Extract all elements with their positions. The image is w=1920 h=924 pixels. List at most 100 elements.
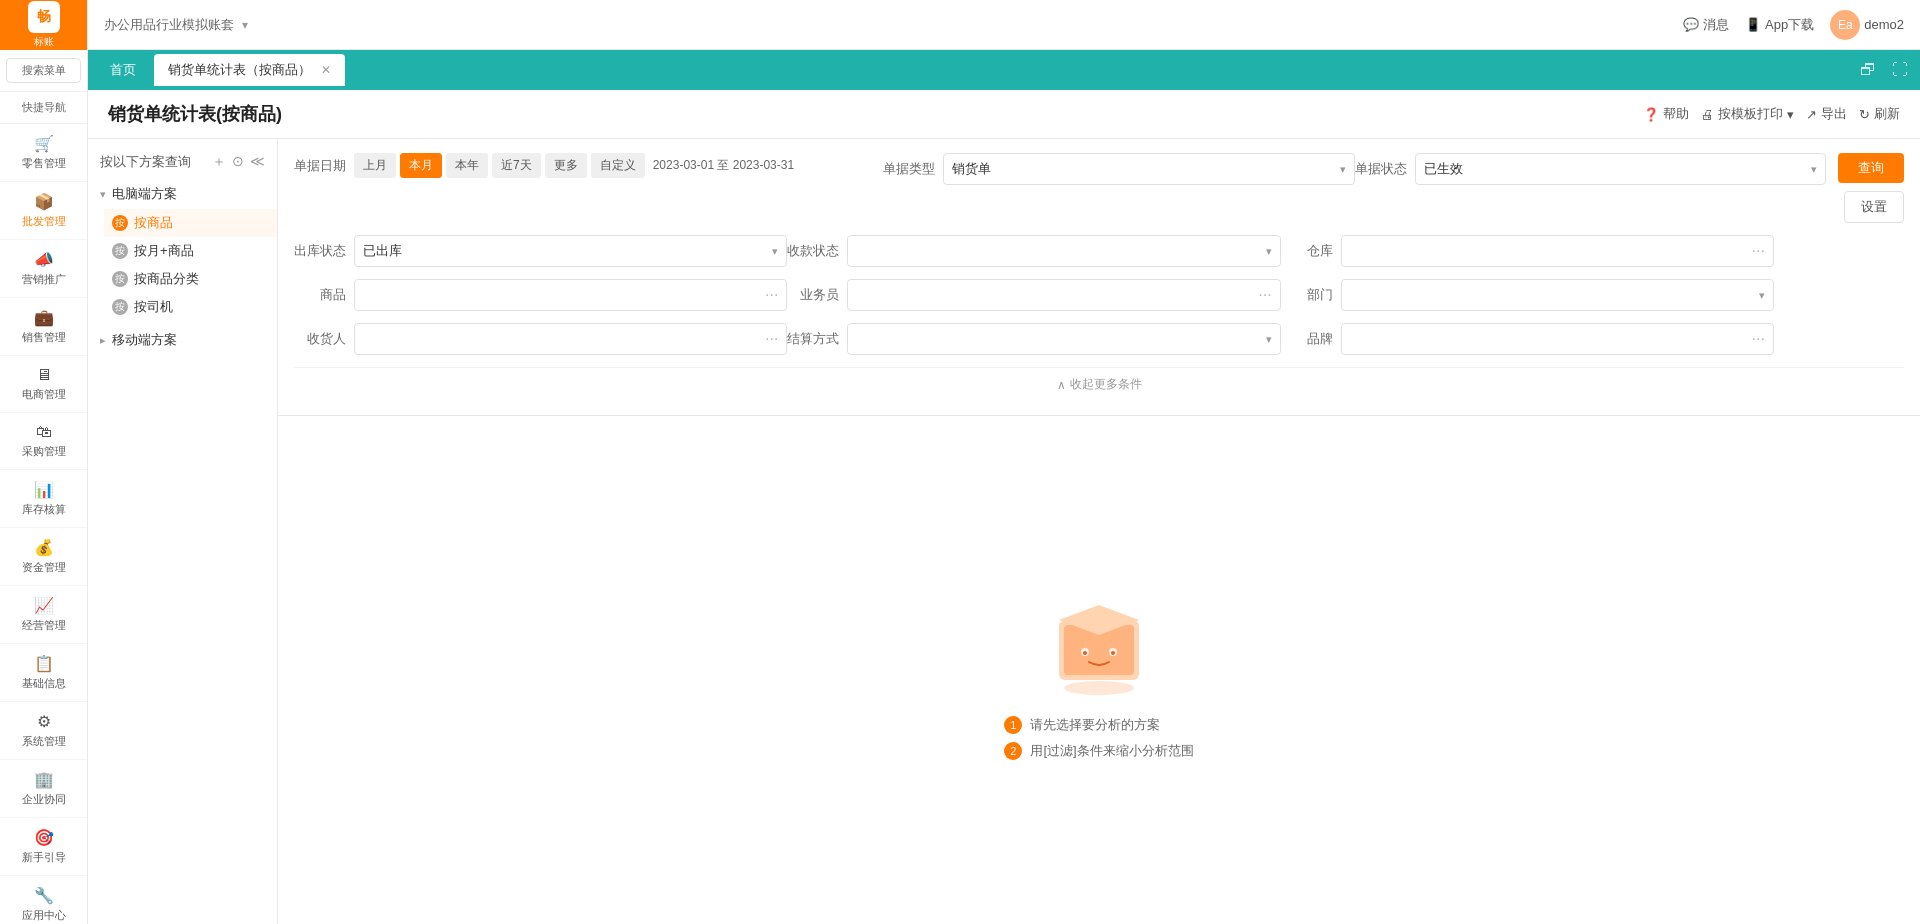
tab-home[interactable]: 首页 [96, 54, 150, 86]
salesperson-control[interactable]: ··· [847, 279, 1280, 311]
marketing-label: 营销推广 [22, 272, 66, 287]
tree-mobile: ▸ 移动端方案 [88, 325, 277, 355]
date-btn-this-year[interactable]: 本年 [446, 153, 488, 178]
tree-child-by-printer[interactable]: 按 按司机 [104, 293, 277, 321]
receiver-dots[interactable]: ··· [765, 330, 778, 348]
warehouse-field: 仓库 ··· [1281, 235, 1774, 267]
date-btn-custom[interactable]: 自定义 [591, 153, 645, 178]
page-area: 销货单统计表(按商品) ❓ 帮助 🖨 按模板打印 ▾ ↗ 导出 ↻ 刷新 [88, 90, 1920, 924]
out-status-control[interactable]: 已出库 ▾ [354, 235, 787, 267]
tab-bar-actions: 🗗 ⛶ [1856, 57, 1912, 83]
help-icon: ❓ [1643, 107, 1659, 122]
sidebar-item-inventory[interactable]: 📊 库存核算 [0, 470, 87, 528]
tree-child-by-month-goods[interactable]: 按 按月+商品 [104, 237, 277, 265]
salesperson-field: 业务员 ··· [787, 279, 1280, 311]
tree-item-pc[interactable]: ▾ 电脑端方案 [88, 179, 277, 209]
sidebar-item-guide[interactable]: 🎯 新手引导 [0, 818, 87, 876]
filter-row-4: 收货人 ··· 结算方式 ▾ [294, 323, 1904, 355]
tree-item-mobile[interactable]: ▸ 移动端方案 [88, 325, 277, 355]
sidebar-item-apps[interactable]: 🔧 应用中心 [0, 876, 87, 924]
empty-svg [1039, 580, 1159, 700]
date-filter-controls: 上月 本月 本年 近7天 更多 自定义 2023-03-01 至 2023-03… [354, 153, 883, 178]
brand-label: 品牌 [1281, 330, 1341, 348]
sidebar-item-wholesale[interactable]: 📦 批发管理 [0, 182, 87, 240]
by-printer-label: 按司机 [134, 298, 173, 316]
print-icon: 🖨 [1701, 107, 1714, 122]
tab-restore-button[interactable]: 🗗 [1856, 57, 1880, 83]
tree-child-by-goods[interactable]: 按 按商品 [104, 209, 277, 237]
goods-field: 商品 ··· [294, 279, 787, 311]
add-scheme-icon[interactable]: ＋ [212, 153, 226, 171]
ecommerce-icon: 🖥 [36, 366, 52, 384]
empty-text-block: 1 请先选择要分析的方案 2 用[过滤]条件来缩小分析范围 [1004, 716, 1193, 760]
doc-type-filter-field: 单据类型 销货单 ▾ [883, 153, 1354, 185]
sales-label: 销售管理 [22, 330, 66, 345]
workspace-arrow[interactable]: ▾ [242, 18, 248, 32]
doc-status-value: 已生效 [1424, 160, 1807, 178]
sidebar-item-marketing[interactable]: 📣 营销推广 [0, 240, 87, 298]
date-btn-last-7-days[interactable]: 近7天 [492, 153, 541, 178]
quick-nav[interactable]: 快捷导航 [0, 92, 87, 124]
svg-point-7 [1064, 681, 1134, 695]
collapse-panel-icon[interactable]: ≪ [250, 153, 265, 171]
workspace-name: 办公用品行业模拟账套 [104, 16, 234, 34]
user-action[interactable]: Ea demo2 [1830, 10, 1904, 40]
settings-button[interactable]: 设置 [1844, 191, 1904, 223]
brand-dots[interactable]: ··· [1752, 330, 1765, 348]
target-icon[interactable]: ⊙ [232, 153, 244, 171]
tab-fullscreen-button[interactable]: ⛶ [1888, 57, 1912, 83]
refresh-action[interactable]: ↻ 刷新 [1859, 105, 1900, 123]
sidebar-item-enterprise[interactable]: 🏢 企业协同 [0, 760, 87, 818]
marketing-icon: 📣 [34, 250, 54, 269]
sidebar-item-finance[interactable]: 💰 资金管理 [0, 528, 87, 586]
tab-sales-stat[interactable]: 销货单统计表（按商品） ✕ [154, 54, 345, 86]
app-download-action[interactable]: 📱 App下载 [1745, 16, 1814, 34]
sidebar-item-retail[interactable]: 🛒 零售管理 [0, 124, 87, 182]
sidebar-item-ecommerce[interactable]: 🖥 电商管理 [0, 356, 87, 413]
message-action[interactable]: 💬 消息 [1683, 16, 1729, 34]
help-label: 帮助 [1663, 105, 1689, 123]
page-header: 销货单统计表(按商品) ❓ 帮助 🖨 按模板打印 ▾ ↗ 导出 ↻ 刷新 [88, 90, 1920, 139]
sidebar-item-base[interactable]: 📋 基础信息 [0, 644, 87, 702]
svg-point-5 [1083, 651, 1087, 655]
salesperson-dots[interactable]: ··· [1258, 286, 1271, 304]
doc-status-control[interactable]: 已生效 ▾ [1415, 153, 1826, 185]
date-btn-this-month[interactable]: 本月 [400, 153, 442, 178]
logo[interactable]: 畅 标账 [0, 0, 87, 50]
tree-child-by-goods-cat[interactable]: 按 按商品分类 [104, 265, 277, 293]
dept-control[interactable]: ▾ [1341, 279, 1774, 311]
sidebar-item-system[interactable]: ⚙ 系统管理 [0, 702, 87, 760]
sidebar-item-operations[interactable]: 📈 经营管理 [0, 586, 87, 644]
brand-control[interactable]: ··· [1341, 323, 1774, 355]
tab-close-icon[interactable]: ✕ [321, 63, 331, 77]
payment-method-control[interactable]: ▾ [847, 323, 1280, 355]
export-action[interactable]: ↗ 导出 [1806, 105, 1847, 123]
filter-row-3: 商品 ··· 业务员 ··· [294, 279, 1904, 311]
date-label: 单据日期 [294, 157, 354, 175]
date-btn-last-month[interactable]: 上月 [354, 153, 396, 178]
salesperson-label: 业务员 [787, 286, 847, 304]
goods-dots[interactable]: ··· [765, 286, 778, 304]
warehouse-control[interactable]: ··· [1341, 235, 1774, 267]
help-action[interactable]: ❓ 帮助 [1643, 105, 1689, 123]
goods-control[interactable]: ··· [354, 279, 787, 311]
page-title: 销货单统计表(按商品) [108, 102, 282, 138]
receiver-control[interactable]: ··· [354, 323, 787, 355]
doc-status-label: 单据状态 [1355, 160, 1415, 178]
collapse-bar[interactable]: ∧ 收起更多条件 [294, 367, 1904, 401]
payment-method-label: 结算方式 [787, 330, 847, 348]
query-button[interactable]: 查询 [1838, 153, 1904, 183]
search-button[interactable]: 搜索菜单 [6, 58, 81, 83]
sidebar-item-purchase[interactable]: 🛍 采购管理 [0, 413, 87, 470]
empty-num-2: 2 [1004, 742, 1022, 760]
payment-method-arrow: ▾ [1266, 333, 1272, 346]
warehouse-dots[interactable]: ··· [1752, 242, 1765, 260]
doc-type-control[interactable]: 销货单 ▾ [943, 153, 1354, 185]
print-action[interactable]: 🖨 按模板打印 ▾ [1701, 105, 1794, 123]
doc-status-filter-field: 单据状态 已生效 ▾ [1355, 153, 1826, 185]
sidebar-search[interactable]: 搜索菜单 [0, 50, 87, 92]
date-btn-more[interactable]: 更多 [545, 153, 587, 178]
user-name: demo2 [1864, 17, 1904, 32]
payment-status-control[interactable]: ▾ [847, 235, 1280, 267]
sidebar-item-sales[interactable]: 💼 销售管理 [0, 298, 87, 356]
